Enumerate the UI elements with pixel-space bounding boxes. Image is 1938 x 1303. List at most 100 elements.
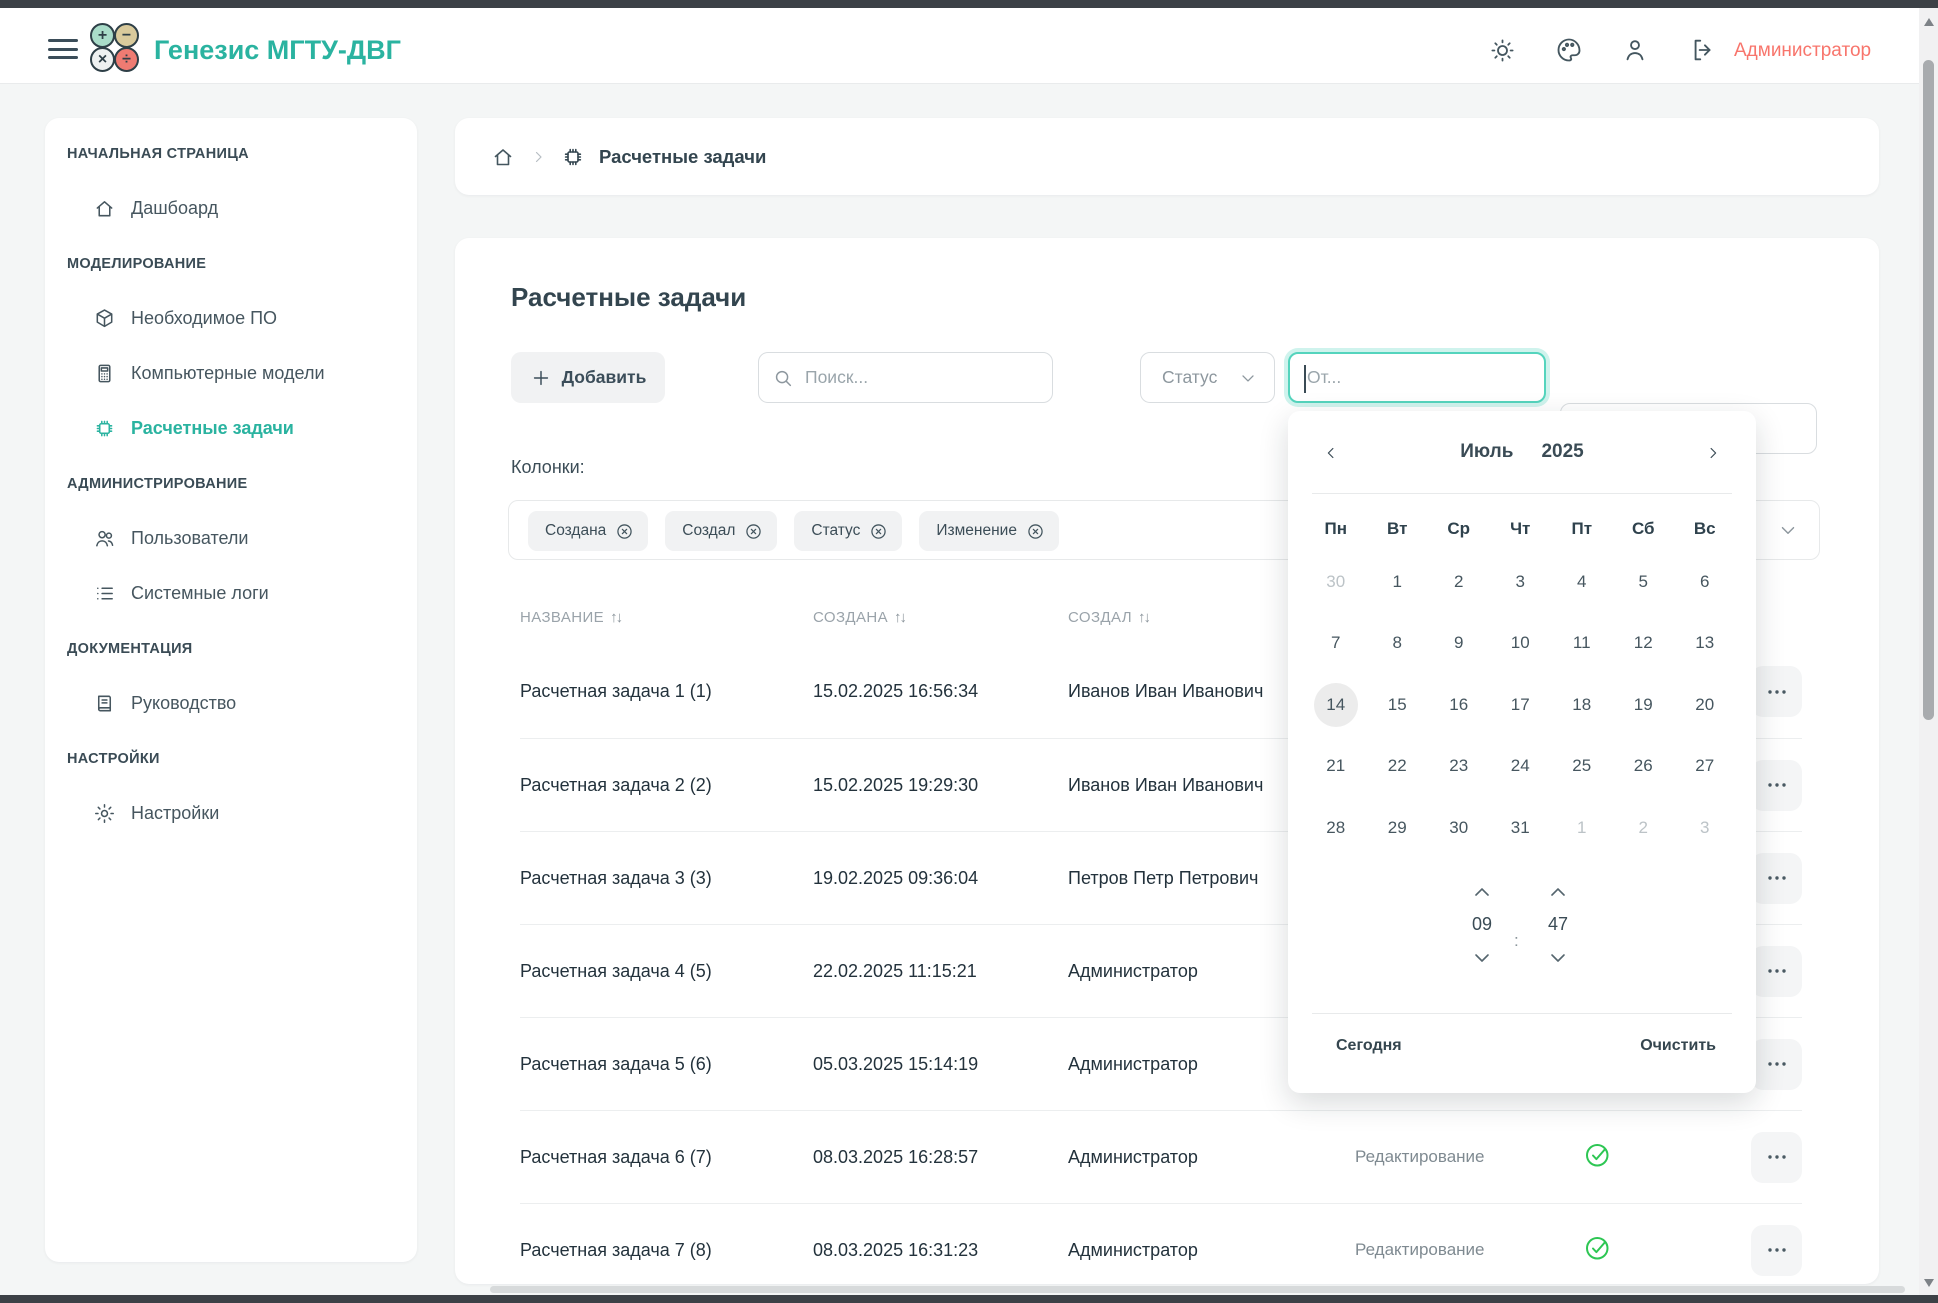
calendar-day[interactable]: 2	[1437, 560, 1481, 604]
sidebar-item-computer-models[interactable]: Компьютерные модели	[45, 346, 417, 401]
palette-button[interactable]	[1551, 32, 1587, 68]
sidebar-item-software[interactable]: Необходимое ПО	[45, 291, 417, 346]
calendar-day[interactable]: 5	[1621, 560, 1665, 604]
minute-down-button[interactable]	[1536, 945, 1580, 971]
calendar-day[interactable]: 8	[1375, 621, 1419, 665]
sidebar-item-dashboard[interactable]: Дашбоард	[45, 181, 417, 236]
calendar-day[interactable]: 28	[1314, 806, 1358, 850]
hamburger-menu-icon[interactable]	[48, 39, 78, 60]
row-actions-button[interactable]	[1751, 945, 1802, 997]
hour-down-button[interactable]	[1460, 945, 1504, 971]
calendar-day[interactable]: 1	[1560, 806, 1604, 850]
row-actions-button[interactable]	[1751, 1131, 1802, 1183]
logout-button[interactable]	[1684, 32, 1720, 68]
page-title: Расчетные задачи	[511, 282, 747, 312]
next-month-button[interactable]	[1698, 438, 1728, 468]
home-icon[interactable]	[491, 145, 515, 169]
row-actions-button[interactable]	[1751, 1038, 1802, 1090]
calendar-day[interactable]: 30	[1437, 806, 1481, 850]
search-input[interactable]	[803, 366, 1052, 389]
row-actions-button[interactable]	[1751, 1224, 1802, 1276]
chip-label: Создал	[682, 522, 736, 539]
calendar-day[interactable]: 6	[1683, 560, 1727, 604]
close-circle-icon[interactable]	[869, 522, 888, 541]
sidebar-section-title: НАЧАЛЬНАЯ СТРАНИЦА	[67, 145, 249, 162]
row-actions-button[interactable]	[1751, 852, 1802, 904]
calendar-day[interactable]: 4	[1560, 560, 1604, 604]
calendar-day[interactable]: 19	[1621, 683, 1665, 727]
chip-created[interactable]: Создана	[528, 511, 649, 551]
ellipsis-icon	[1767, 969, 1786, 973]
chevron-up-icon	[1551, 888, 1565, 896]
today-button[interactable]: Сегодня	[1330, 1036, 1408, 1056]
header-name[interactable]: НАЗВАНИЕ ↑↓	[520, 609, 813, 626]
calendar-day[interactable]: 1	[1375, 560, 1419, 604]
calendar-day[interactable]: 31	[1498, 806, 1542, 850]
close-circle-icon[interactable]	[1026, 522, 1045, 541]
calendar-day[interactable]: 16	[1437, 683, 1481, 727]
breadcrumb-current-page[interactable]: Расчетные задачи	[599, 146, 766, 168]
horizontal-scrollbar-thumb[interactable]	[490, 1286, 1905, 1293]
vertical-scrollbar[interactable]	[1919, 8, 1938, 1295]
calendar-day[interactable]: 7	[1314, 621, 1358, 665]
chip-status[interactable]: Статус	[794, 511, 903, 551]
status-select[interactable]: Статус	[1140, 352, 1275, 403]
calendar-day-selected[interactable]: 14	[1313, 682, 1358, 727]
vertical-scrollbar-thumb[interactable]	[1923, 60, 1934, 720]
sort-icon: ↑↓	[894, 608, 907, 626]
calendar-day[interactable]: 26	[1621, 744, 1665, 788]
header-created[interactable]: СОЗДАНА ↑↓	[813, 609, 1068, 626]
sidebar-item-users[interactable]: Пользователи	[45, 511, 417, 566]
cell-name: Расчетная задача 4 (5)	[520, 960, 712, 981]
text-caret	[1304, 365, 1306, 393]
calendar-day[interactable]: 3	[1683, 806, 1727, 850]
calendar-day[interactable]: 24	[1498, 744, 1542, 788]
row-actions-button[interactable]	[1751, 666, 1802, 717]
calendar-day[interactable]: 17	[1498, 683, 1542, 727]
close-circle-icon[interactable]	[744, 522, 763, 541]
calendar-day[interactable]: 12	[1621, 621, 1665, 665]
calendar-day[interactable]: 25	[1560, 744, 1604, 788]
calendar-day[interactable]: 3	[1498, 560, 1542, 604]
time-colon: :	[1514, 931, 1519, 950]
calendar-day[interactable]: 30	[1314, 560, 1358, 604]
calendar-day[interactable]: 15	[1375, 683, 1419, 727]
profile-button[interactable]	[1617, 32, 1653, 68]
calendar-day[interactable]: 23	[1437, 744, 1481, 788]
calendar-day[interactable]: 29	[1375, 806, 1419, 850]
calendar-day[interactable]: 13	[1683, 621, 1727, 665]
scroll-up-arrow[interactable]	[1923, 18, 1934, 26]
clear-button[interactable]: Очистить	[1634, 1036, 1722, 1056]
calendar-day[interactable]: 20	[1683, 683, 1727, 727]
calendar-day[interactable]: 2	[1621, 806, 1665, 850]
chip-modification[interactable]: Изменение	[919, 511, 1059, 551]
theme-toggle-button[interactable]	[1484, 32, 1520, 68]
hour-up-button[interactable]	[1460, 879, 1504, 905]
add-button[interactable]: Добавить	[511, 352, 665, 403]
calendar-day[interactable]: 18	[1560, 683, 1604, 727]
minute-up-button[interactable]	[1536, 879, 1580, 905]
date-from-input[interactable]	[1305, 366, 1521, 389]
sidebar-item-settings[interactable]: Настройки	[45, 786, 417, 841]
calendar-month[interactable]: Июль	[1460, 441, 1513, 463]
user-role-label[interactable]: Администратор	[1734, 40, 1871, 62]
calendar-day[interactable]: 10	[1498, 621, 1542, 665]
sidebar-item-label: Необходимое ПО	[131, 308, 278, 328]
calendar-day[interactable]: 9	[1437, 621, 1481, 665]
calendar-day[interactable]: 11	[1560, 621, 1604, 665]
chip-creator[interactable]: Создал	[665, 511, 778, 551]
chevron-down-icon[interactable]	[1777, 519, 1799, 541]
logout-icon	[1694, 39, 1711, 61]
calendar-day[interactable]: 22	[1375, 744, 1419, 788]
sidebar-item-calculation-tasks[interactable]: Расчетные задачи	[45, 401, 417, 456]
cell-name: Расчетная задача 5 (6)	[520, 1053, 712, 1074]
sidebar-item-system-logs[interactable]: Системные логи	[45, 566, 417, 621]
row-actions-button[interactable]	[1751, 759, 1802, 811]
calendar-day[interactable]: 21	[1314, 744, 1358, 788]
calendar-year[interactable]: 2025	[1541, 441, 1583, 463]
calendar-day[interactable]: 27	[1683, 744, 1727, 788]
sidebar-item-manual[interactable]: Руководство	[45, 676, 417, 731]
close-circle-icon[interactable]	[615, 522, 634, 541]
app-title: Генезис МГТУ-ДВГ	[154, 35, 401, 65]
scroll-down-arrow[interactable]	[1923, 1279, 1934, 1287]
